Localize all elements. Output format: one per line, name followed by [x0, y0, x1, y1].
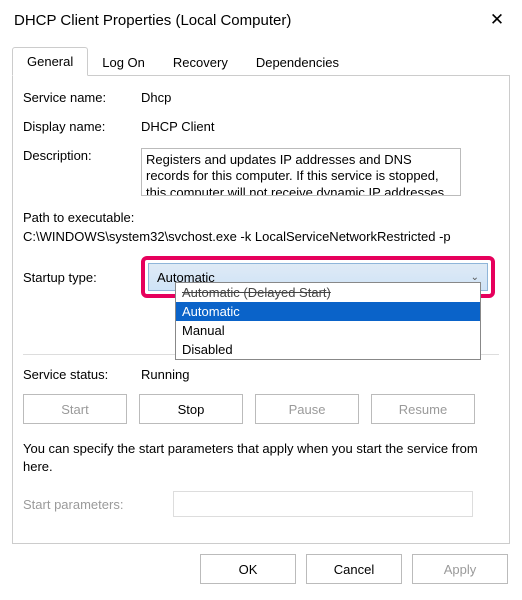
- label-path: Path to executable:: [23, 210, 499, 225]
- ok-button[interactable]: OK: [200, 554, 296, 584]
- tab-recovery[interactable]: Recovery: [159, 49, 242, 76]
- label-service-status: Service status:: [23, 367, 141, 382]
- startup-option-disabled[interactable]: Disabled: [176, 340, 480, 359]
- value-service-name: Dhcp: [141, 90, 171, 105]
- label-startup-type: Startup type:: [23, 270, 141, 285]
- label-description: Description:: [23, 148, 141, 196]
- start-button[interactable]: Start: [23, 394, 127, 424]
- start-parameters-input: [173, 491, 473, 517]
- window-title: DHCP Client Properties (Local Computer): [14, 12, 291, 29]
- close-icon[interactable]: ✕: [486, 10, 508, 30]
- general-panel: Service name: Dhcp Display name: DHCP Cl…: [12, 76, 510, 544]
- chevron-down-icon: ⌄: [471, 272, 479, 283]
- tab-log-on[interactable]: Log On: [88, 49, 159, 76]
- label-display-name: Display name:: [23, 119, 141, 134]
- value-display-name: DHCP Client: [141, 119, 214, 134]
- stop-button[interactable]: Stop: [139, 394, 243, 424]
- value-path: C:\WINDOWS\system32\svchost.exe -k Local…: [23, 229, 499, 244]
- pause-button[interactable]: Pause: [255, 394, 359, 424]
- startup-type-dropdown[interactable]: Automatic (Delayed Start) Automatic Manu…: [175, 282, 481, 360]
- startup-option-delayed[interactable]: Automatic (Delayed Start): [176, 283, 480, 302]
- tab-general[interactable]: General: [12, 47, 88, 76]
- label-start-parameters: Start parameters:: [23, 497, 173, 512]
- parameters-note: You can specify the start parameters tha…: [23, 440, 499, 475]
- apply-button[interactable]: Apply: [412, 554, 508, 584]
- startup-option-automatic[interactable]: Automatic: [176, 302, 480, 321]
- cancel-button[interactable]: Cancel: [306, 554, 402, 584]
- description-box[interactable]: Registers and updates IP addresses and D…: [141, 148, 461, 196]
- resume-button[interactable]: Resume: [371, 394, 475, 424]
- startup-option-manual[interactable]: Manual: [176, 321, 480, 340]
- label-service-name: Service name:: [23, 90, 141, 105]
- value-service-status: Running: [141, 367, 189, 382]
- tab-dependencies[interactable]: Dependencies: [242, 49, 353, 76]
- tab-strip: General Log On Recovery Dependencies: [12, 46, 510, 76]
